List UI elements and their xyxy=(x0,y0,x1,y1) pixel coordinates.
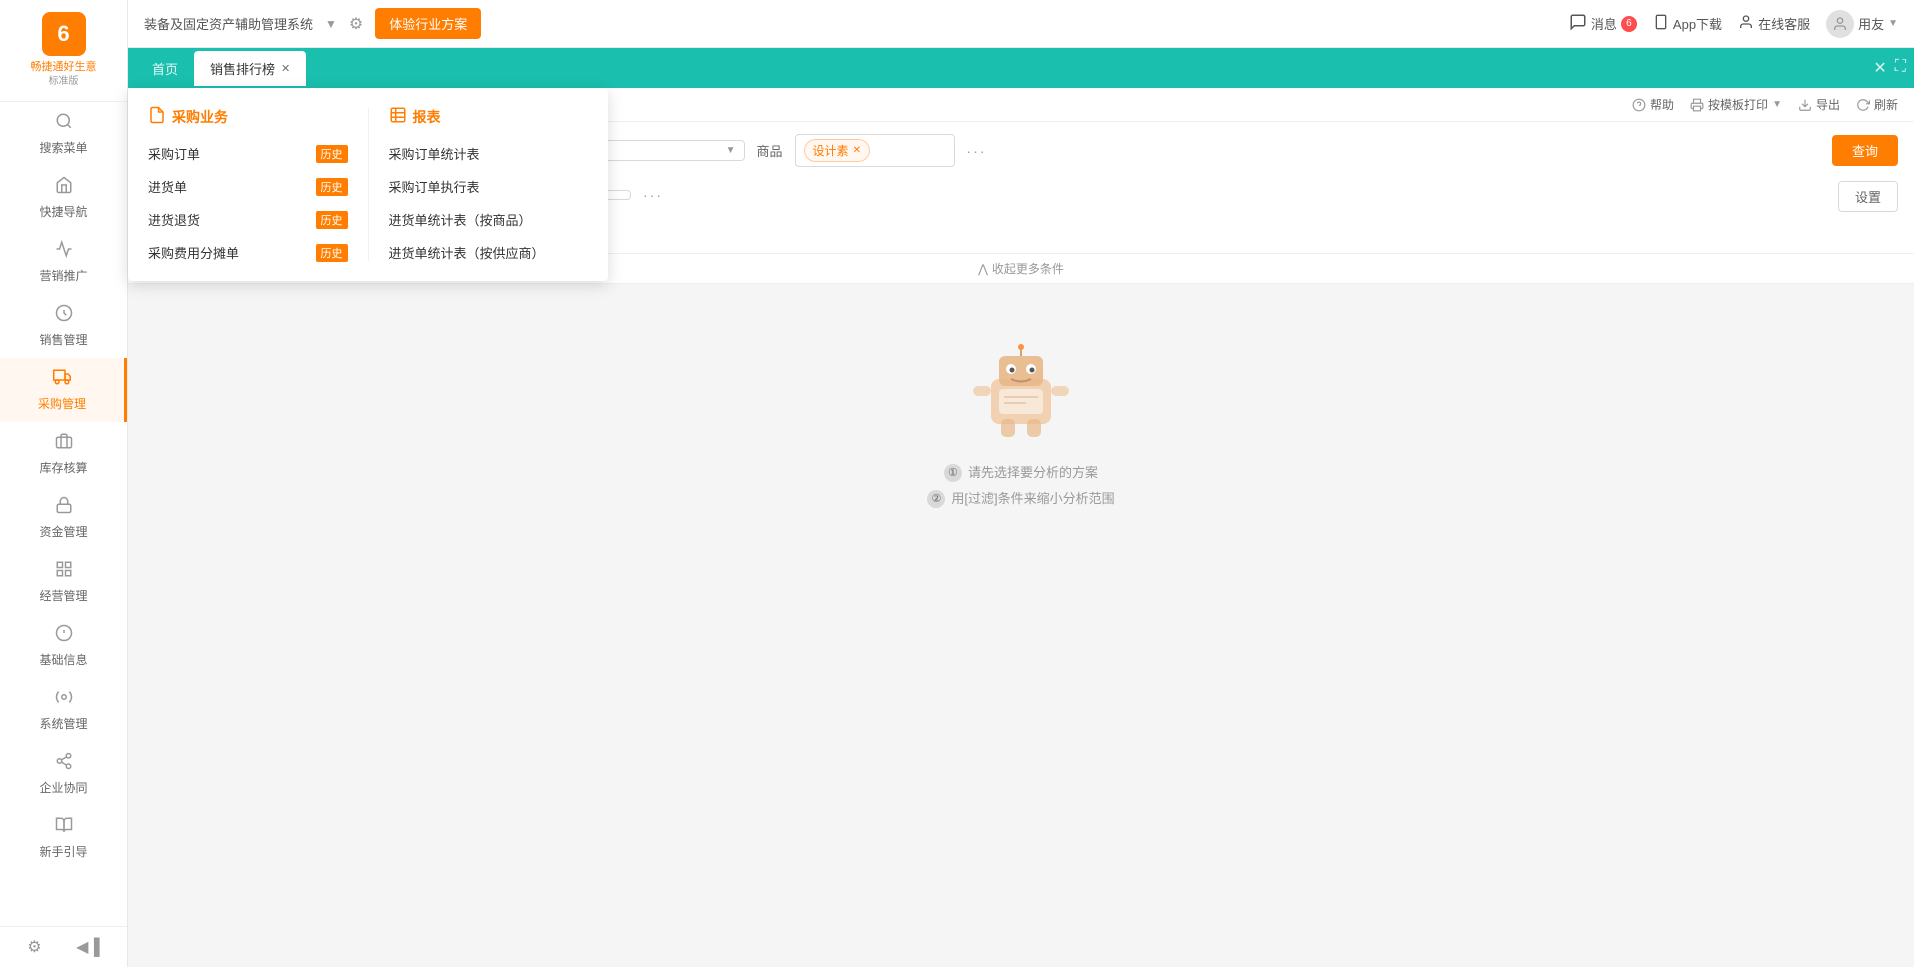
purchase-order-item[interactable]: 采购订单 历史 xyxy=(140,137,356,170)
goods-select[interactable]: 设计素 ✕ xyxy=(795,134,955,167)
header-settings-icon[interactable]: ⚙ xyxy=(349,14,363,34)
message-icon xyxy=(1569,13,1587,34)
operations-icon xyxy=(55,560,73,583)
help-button[interactable]: 帮助 xyxy=(1632,96,1674,113)
system-title: 装备及固定资产辅助管理系统 xyxy=(144,14,313,33)
empty-hint-2: ② 用[过滤]条件来缩小分析范围 xyxy=(927,486,1114,512)
sidebar-item-system[interactable]: 系统管理 xyxy=(0,678,127,742)
doc-status-chevron-icon: ▼ xyxy=(726,145,736,156)
empty-hint-1: ① 请先选择要分析的方案 xyxy=(927,460,1114,486)
sidebar-footer: ⚙ ◀▐ xyxy=(0,926,127,967)
tab-maximize-icon[interactable]: ⛶ xyxy=(1895,58,1906,78)
collapse-sidebar-icon[interactable]: ◀▐ xyxy=(76,937,100,957)
purchase-order-exec-item[interactable]: 采购订单执行表 xyxy=(381,170,597,203)
settings-footer-icon[interactable]: ⚙ xyxy=(27,937,41,957)
sidebar-item-inventory[interactable]: 库存核算 xyxy=(0,422,127,486)
avatar xyxy=(1826,10,1854,38)
export-button[interactable]: 导出 xyxy=(1798,96,1840,113)
collapse-up-icon: ⋀ xyxy=(978,262,988,276)
print-dropdown-icon: ▼ xyxy=(1772,99,1782,110)
sidebar-item-purchase[interactable]: 采购管理 xyxy=(0,358,127,422)
purchase-section-icon xyxy=(148,106,166,127)
header-dropdown-arrow[interactable]: ▼ xyxy=(325,17,337,31)
inventory-icon xyxy=(55,432,73,455)
tab-home[interactable]: 首页 xyxy=(136,51,194,86)
sidebar-item-quick-nav[interactable]: 快捷导航 xyxy=(0,166,127,230)
enterprise-icon xyxy=(55,752,73,775)
goods-tag-remove-icon[interactable]: ✕ xyxy=(853,145,861,156)
marketing-icon xyxy=(55,240,73,263)
logo-text: 畅捷通好生意 标准版 xyxy=(31,60,97,89)
purchase-order-stats-item[interactable]: 采购订单统计表 xyxy=(381,137,597,170)
purchase-icon xyxy=(53,368,71,391)
sidebar-item-search[interactable]: 搜索菜单 xyxy=(0,102,127,166)
sidebar: 6 畅捷通好生意 标准版 搜索菜单 快捷导航 xyxy=(0,0,128,967)
tab-bar-actions: ✕ ⛶ xyxy=(1873,58,1906,78)
guide-icon xyxy=(55,816,73,839)
empty-state: ① 请先选择要分析的方案 ② 用[过滤]条件来缩小分析范围 xyxy=(128,284,1914,552)
goods-more-dots[interactable]: ··· xyxy=(967,143,987,159)
tab-sales-rank[interactable]: 销售排行榜 ✕ xyxy=(194,51,306,86)
home-icon xyxy=(55,176,73,199)
report-section-icon xyxy=(389,106,407,127)
sidebar-item-sales[interactable]: 销售管理 xyxy=(0,294,127,358)
sidebar-item-guide[interactable]: 新手引导 xyxy=(0,806,127,870)
user-menu[interactable]: 用友 ▼ xyxy=(1826,10,1898,38)
settings-button[interactable]: 设置 xyxy=(1838,181,1898,212)
search-icon xyxy=(55,112,73,135)
sidebar-item-enterprise[interactable]: 企业协同 xyxy=(0,742,127,806)
basic-info-icon xyxy=(55,624,73,647)
report-section: 报表 采购订单统计表 采购订单执行表 进货单统计表（按商品） 进货单统计表（按供… xyxy=(369,100,609,269)
empty-hints: ① 请先选择要分析的方案 ② 用[过滤]条件来缩小分析范围 xyxy=(927,460,1114,512)
empty-illustration xyxy=(961,344,1081,444)
service-icon xyxy=(1738,14,1754,33)
logo-area: 6 畅捷通好生意 标准版 xyxy=(0,0,127,102)
filter-actions: 查询 xyxy=(1832,135,1898,166)
goods-tag-chip: 设计素 ✕ xyxy=(804,139,870,162)
industry-button[interactable]: 体验行业方案 xyxy=(375,8,481,39)
sidebar-item-basic-info[interactable]: 基础信息 xyxy=(0,614,127,678)
sidebar-item-marketing[interactable]: 营销推广 xyxy=(0,230,127,294)
system-icon xyxy=(55,688,73,711)
header: 装备及固定资产辅助管理系统 ▼ ⚙ 体验行业方案 消息 6 App下载 xyxy=(128,0,1914,48)
sidebar-item-funds[interactable]: 资金管理 xyxy=(0,486,127,550)
goods-stats-by-supplier-item[interactable]: 进货单统计表（按供应商） xyxy=(381,236,597,269)
goods-receipt-item[interactable]: 进货单 历史 xyxy=(140,170,356,203)
goods-stats-by-goods-item[interactable]: 进货单统计表（按商品） xyxy=(381,203,597,236)
purchase-section-title: 采购业务 xyxy=(140,100,356,137)
sidebar-nav: 搜索菜单 快捷导航 营销推广 销售管理 xyxy=(0,102,127,926)
message-button[interactable]: 消息 6 xyxy=(1569,13,1637,34)
goods-return-item[interactable]: 进货退货 历史 xyxy=(140,203,356,236)
user-dropdown-icon: ▼ xyxy=(1888,18,1898,29)
purchase-dropdown-menu: 采购业务 采购订单 历史 进货单 历史 进货退货 历史 采购费用分摊单 历史 报… xyxy=(128,88,608,281)
phone-icon xyxy=(1653,14,1669,33)
report-section-title: 报表 xyxy=(381,100,597,137)
tab-close-icon[interactable]: ✕ xyxy=(281,62,290,75)
set-btn-container: 设置 xyxy=(1838,177,1898,212)
toolbar-actions: 帮助 按模板打印 ▼ 导出 刷新 xyxy=(1632,96,1898,113)
salesperson-more-dots[interactable]: ··· xyxy=(643,187,663,203)
sidebar-item-operations[interactable]: 经营管理 xyxy=(0,550,127,614)
app-download-button[interactable]: App下载 xyxy=(1653,14,1722,33)
print-button[interactable]: 按模板打印 ▼ xyxy=(1690,96,1782,113)
tab-close-all-icon[interactable]: ✕ xyxy=(1873,58,1886,78)
goods-label: 商品 xyxy=(757,141,783,160)
purchase-section: 采购业务 采购订单 历史 进货单 历史 进货退货 历史 采购费用分摊单 历史 xyxy=(128,100,368,269)
purchase-expense-item[interactable]: 采购费用分摊单 历史 xyxy=(140,236,356,269)
sales-icon xyxy=(55,304,73,327)
logo-icon: 6 xyxy=(42,12,86,56)
funds-icon xyxy=(55,496,73,519)
query-button[interactable]: 查询 xyxy=(1832,135,1898,166)
online-service-button[interactable]: 在线客服 xyxy=(1738,14,1810,33)
refresh-button[interactable]: 刷新 xyxy=(1856,96,1898,113)
header-right: 消息 6 App下载 在线客服 xyxy=(1569,10,1898,38)
tab-bar: 首页 销售排行榜 ✕ ✕ ⛶ xyxy=(128,48,1914,88)
